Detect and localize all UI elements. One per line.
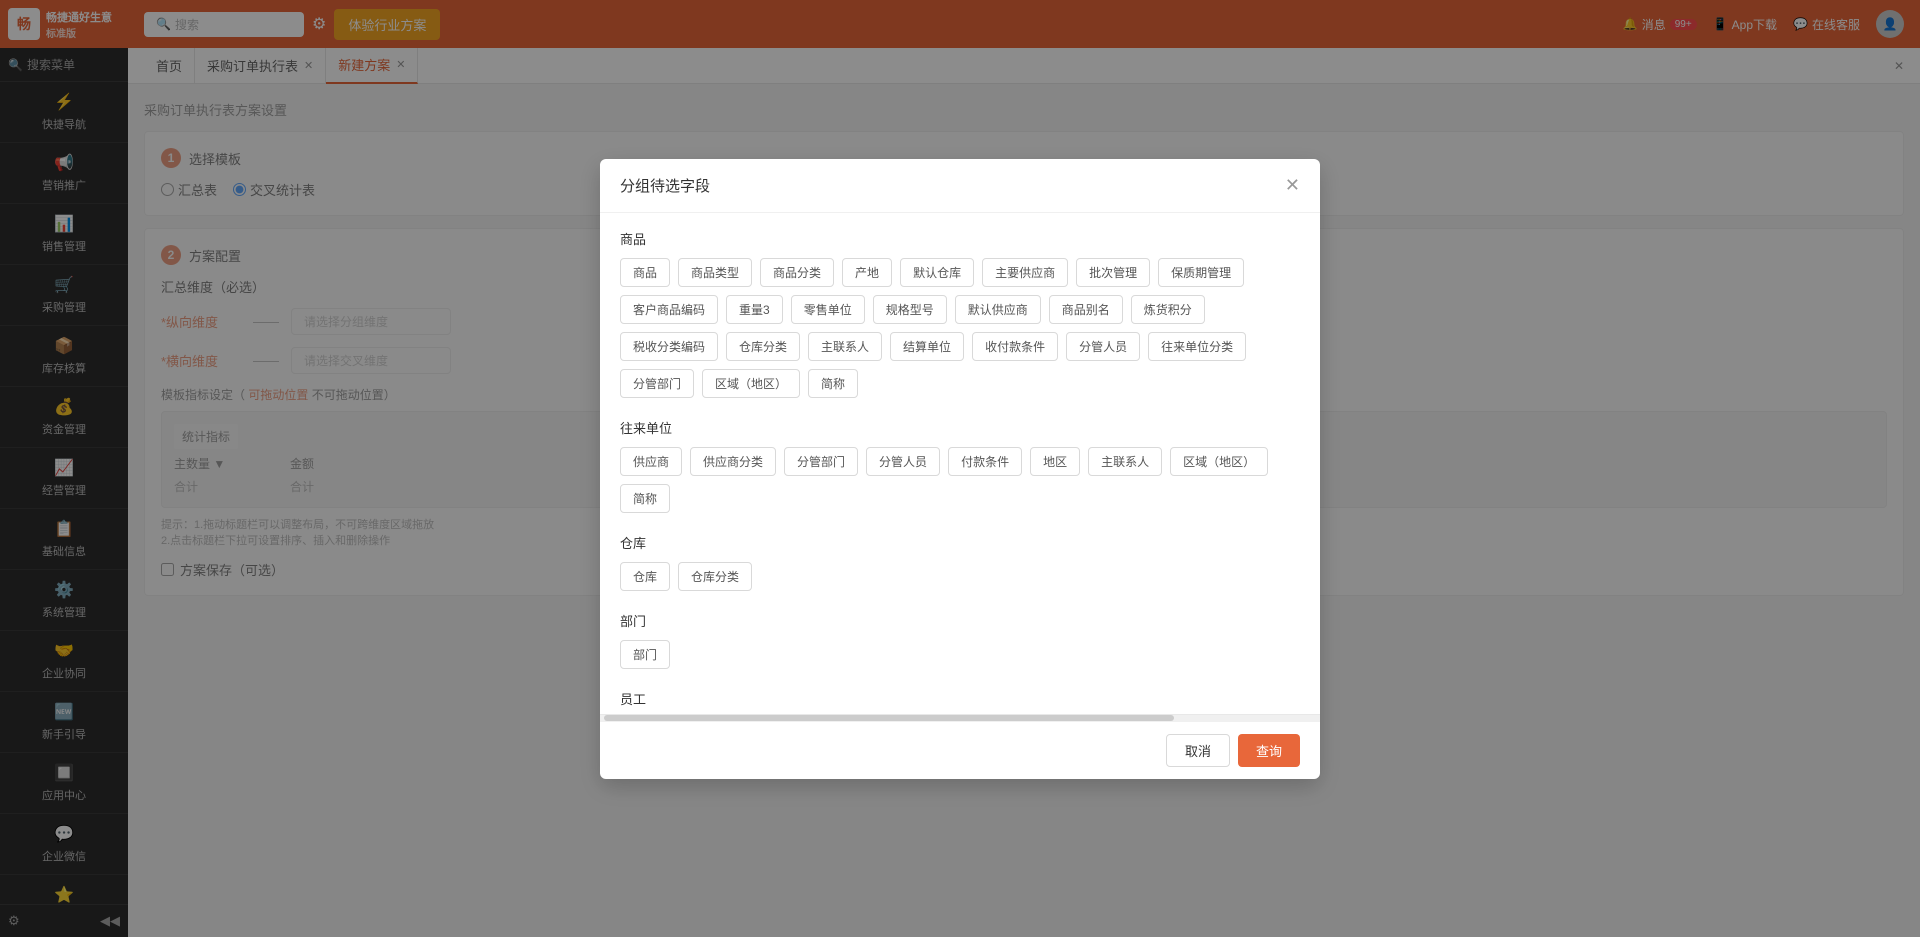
confirm-button[interactable]: 查询 bbox=[1238, 734, 1300, 767]
modal-footer: 取消 查询 bbox=[600, 721, 1320, 779]
field-chip-goods-15[interactable]: 税收分类编码 bbox=[620, 332, 718, 361]
field-chip-partner-3[interactable]: 分管人员 bbox=[866, 447, 940, 476]
field-chip-partner-5[interactable]: 地区 bbox=[1030, 447, 1080, 476]
field-chip-goods-8[interactable]: 客户商品编码 bbox=[620, 295, 718, 324]
field-chip-goods-22[interactable]: 分管部门 bbox=[620, 369, 694, 398]
field-chip-partner-0[interactable]: 供应商 bbox=[620, 447, 682, 476]
section-dept-chips: 部门 bbox=[620, 640, 1300, 669]
field-chip-goods-12[interactable]: 默认供应商 bbox=[955, 295, 1041, 324]
section-employee-title: 员工 bbox=[620, 689, 1300, 708]
modal-header: 分组待选字段 ✕ bbox=[600, 159, 1320, 213]
field-chip-partner-4[interactable]: 付款条件 bbox=[948, 447, 1022, 476]
field-chip-partner-6[interactable]: 主联系人 bbox=[1088, 447, 1162, 476]
field-chip-partner-1[interactable]: 供应商分类 bbox=[690, 447, 776, 476]
field-chip-goods-18[interactable]: 结算单位 bbox=[890, 332, 964, 361]
section-goods-title: 商品 bbox=[620, 229, 1300, 248]
main-content: 🔍 搜索 ⚙ 体验行业方案 🔔 消息 99+ 📱 App下载 💬 bbox=[128, 0, 1920, 937]
modal: 分组待选字段 ✕ 商品 商品 商品类型 商品分类 产地 默 bbox=[600, 159, 1320, 779]
field-chip-warehouse-1[interactable]: 仓库分类 bbox=[678, 562, 752, 591]
modal-horizontal-scrollbar[interactable] bbox=[600, 714, 1320, 721]
section-partner-chips: 供应商 供应商分类 分管部门 分管人员 付款条件 地区 主联系人 区域（地区） … bbox=[620, 447, 1300, 513]
field-chip-dept-0[interactable]: 部门 bbox=[620, 640, 670, 669]
field-chip-goods-14[interactable]: 炼货积分 bbox=[1131, 295, 1205, 324]
field-chip-partner-8[interactable]: 简称 bbox=[620, 484, 670, 513]
section-partner: 往来单位 供应商 供应商分类 分管部门 分管人员 付款条件 地区 主联系人 区域… bbox=[620, 418, 1300, 513]
field-chip-goods-13[interactable]: 商品别名 bbox=[1049, 295, 1123, 324]
cancel-button[interactable]: 取消 bbox=[1166, 734, 1230, 767]
field-chip-goods-4[interactable]: 默认仓库 bbox=[900, 258, 974, 287]
section-warehouse: 仓库 仓库 仓库分类 bbox=[620, 533, 1300, 591]
section-warehouse-chips: 仓库 仓库分类 bbox=[620, 562, 1300, 591]
field-chip-goods-19[interactable]: 收付款条件 bbox=[972, 332, 1058, 361]
modal-overlay: 分组待选字段 ✕ 商品 商品 商品类型 商品分类 产地 默 bbox=[128, 84, 1920, 937]
section-employee: 员工 业务员 bbox=[620, 689, 1300, 714]
field-chip-goods-5[interactable]: 主要供应商 bbox=[982, 258, 1068, 287]
field-chip-goods-23[interactable]: 区域（地区） bbox=[702, 369, 800, 398]
modal-body[interactable]: 商品 商品 商品类型 商品分类 产地 默认仓库 主要供应商 批次管理 保质期管理 bbox=[600, 213, 1320, 714]
field-chip-goods-9[interactable]: 重量3 bbox=[726, 295, 783, 324]
field-chip-goods-21[interactable]: 往来单位分类 bbox=[1148, 332, 1246, 361]
section-dept-title: 部门 bbox=[620, 611, 1300, 630]
field-chip-goods-0[interactable]: 商品 bbox=[620, 258, 670, 287]
section-goods-chips: 商品 商品类型 商品分类 产地 默认仓库 主要供应商 批次管理 保质期管理 客户… bbox=[620, 258, 1300, 398]
modal-title: 分组待选字段 bbox=[620, 175, 710, 196]
field-chip-goods-6[interactable]: 批次管理 bbox=[1076, 258, 1150, 287]
field-chip-goods-17[interactable]: 主联系人 bbox=[808, 332, 882, 361]
field-chip-goods-24[interactable]: 简称 bbox=[808, 369, 858, 398]
section-warehouse-title: 仓库 bbox=[620, 533, 1300, 552]
field-chip-partner-2[interactable]: 分管部门 bbox=[784, 447, 858, 476]
section-partner-title: 往来单位 bbox=[620, 418, 1300, 437]
field-chip-goods-7[interactable]: 保质期管理 bbox=[1158, 258, 1244, 287]
field-chip-goods-16[interactable]: 仓库分类 bbox=[726, 332, 800, 361]
field-chip-goods-2[interactable]: 商品分类 bbox=[760, 258, 834, 287]
page-area: 采购订单执行表方案设置 1 选择模板 汇总表 交叉统计 bbox=[128, 84, 1920, 937]
field-chip-warehouse-0[interactable]: 仓库 bbox=[620, 562, 670, 591]
field-chip-goods-20[interactable]: 分管人员 bbox=[1066, 332, 1140, 361]
section-dept: 部门 部门 bbox=[620, 611, 1300, 669]
section-goods: 商品 商品 商品类型 商品分类 产地 默认仓库 主要供应商 批次管理 保质期管理 bbox=[620, 229, 1300, 398]
field-chip-goods-11[interactable]: 规格型号 bbox=[873, 295, 947, 324]
field-chip-goods-1[interactable]: 商品类型 bbox=[678, 258, 752, 287]
modal-close-button[interactable]: ✕ bbox=[1285, 175, 1300, 196]
field-chip-goods-3[interactable]: 产地 bbox=[842, 258, 892, 287]
field-chip-partner-7[interactable]: 区域（地区） bbox=[1170, 447, 1268, 476]
field-chip-goods-10[interactable]: 零售单位 bbox=[791, 295, 865, 324]
